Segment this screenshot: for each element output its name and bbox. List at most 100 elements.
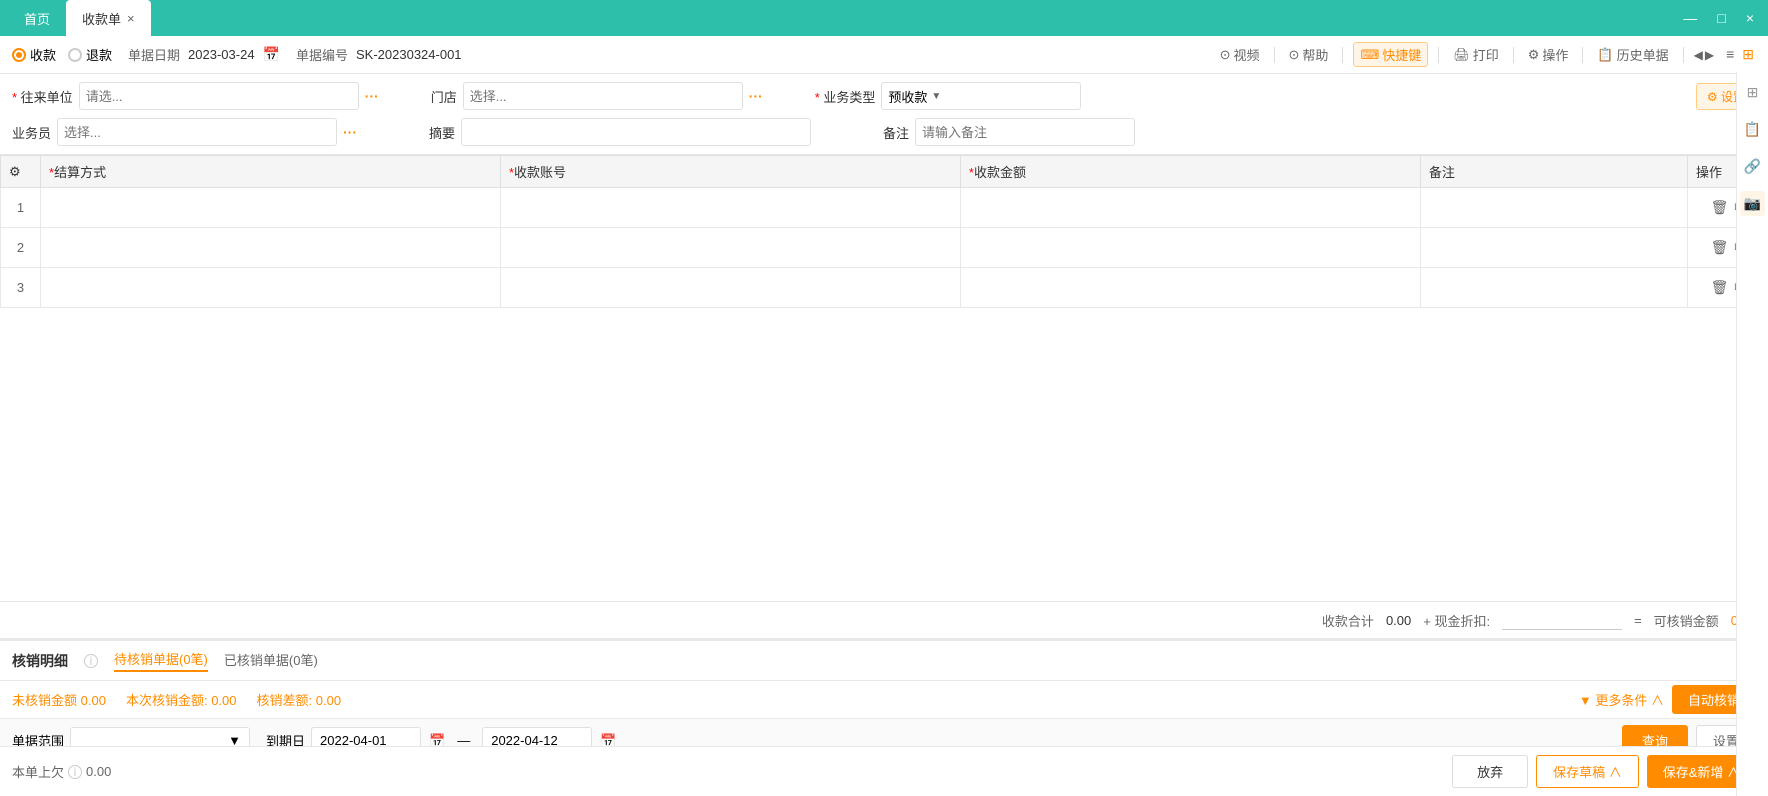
row-3-settlement[interactable] <box>41 268 501 308</box>
remark-label: 备注 <box>883 123 909 142</box>
row-3-amount[interactable] <box>960 268 1420 308</box>
doc-number-value: SK-20230324-001 <box>356 47 462 62</box>
write-off-info-icon[interactable]: i <box>84 654 98 668</box>
col-gear-header[interactable]: ⚙ <box>1 156 41 188</box>
history-btn[interactable]: 📋 历史单据 <box>1593 43 1672 66</box>
done-tab[interactable]: 已核销单据(0笔) <box>224 650 318 671</box>
partner-label: 往来单位 <box>12 87 73 106</box>
help-btn[interactable]: ⊙ 帮助 <box>1285 43 1333 66</box>
row-1-remark[interactable] <box>1420 188 1687 228</box>
row-3-delete-icon[interactable]: 🗑 <box>1711 279 1729 296</box>
calendar-icon[interactable]: 📅 <box>263 46 280 63</box>
store-input[interactable] <box>463 82 743 110</box>
business-type-select[interactable]: 预收款 ▼ <box>881 82 1081 110</box>
row-2-delete-icon[interactable]: 🗑 <box>1711 239 1729 256</box>
business-type-field: 业务类型 预收款 ▼ <box>815 82 1082 110</box>
business-type-label: 业务类型 <box>815 87 876 106</box>
receipt-table: ⚙ *结算方式 *收款账号 *收款金额 备注 操作 1 <box>0 155 1768 308</box>
sidebar-doc-icon[interactable]: 📋 <box>1740 117 1765 142</box>
radio-shoukuan[interactable]: 收款 <box>12 45 56 64</box>
footer-info-icon[interactable]: i <box>68 765 82 779</box>
tab-receipt[interactable]: 收款单 × <box>66 0 151 36</box>
radio-tuikuan-label: 退款 <box>86 45 112 64</box>
row-1-delete-icon[interactable]: 🗑 <box>1711 199 1729 216</box>
table-row: 3 🗑 ⧉ <box>1 268 1768 308</box>
footer-label: 本单上欠 <box>12 762 64 781</box>
available-label: 可核销金额 <box>1654 611 1719 630</box>
store-field: 门店 ··· <box>431 82 763 110</box>
row-2-settlement[interactable] <box>41 228 501 268</box>
stats-row: 未核销金额 0.00 本次核销金额: 0.00 核销差额: 0.00 <box>12 690 1579 709</box>
row-2-remark[interactable] <box>1420 228 1687 268</box>
chevron-down-icon: ▼ <box>931 91 941 102</box>
doc-number-group: 单据编号 SK-20230324-001 <box>296 45 462 64</box>
row-3-remark[interactable] <box>1420 268 1687 308</box>
summary-row: 收款合计 0.00 + 现金折扣: = 可核销金额 0.00 <box>0 602 1768 639</box>
list-view-icon[interactable]: ≡ <box>1724 44 1736 65</box>
shortcut-btn[interactable]: ⌨ 快捷键 <box>1353 42 1428 67</box>
divider-6 <box>1683 47 1684 63</box>
video-btn[interactable]: ⊙ 视频 <box>1216 43 1264 66</box>
total-label: 收款合计 <box>1322 611 1374 630</box>
staff-more-btn[interactable]: ··· <box>343 124 357 140</box>
row-1-account[interactable] <box>500 188 960 228</box>
partner-input[interactable] <box>79 82 359 110</box>
diff-stat: 核销差额: 0.00 <box>257 690 342 709</box>
summary-input[interactable] <box>461 118 811 146</box>
sidebar-camera-icon[interactable]: 📷 <box>1740 191 1765 216</box>
row-1-settlement[interactable] <box>41 188 501 228</box>
footer-value: 0.00 <box>86 764 111 779</box>
row-1-amount[interactable] <box>960 188 1420 228</box>
remark-input[interactable] <box>915 118 1135 146</box>
total-value: 0.00 <box>1386 613 1411 628</box>
grid-view-icon[interactable]: ⊞ <box>1740 44 1756 65</box>
row-2-account[interactable] <box>500 228 960 268</box>
toolbar: 收款 退款 单据日期 2023-03-24 📅 单据编号 SK-20230324… <box>0 36 1768 74</box>
doc-date-label: 单据日期 <box>128 45 180 64</box>
table-row: 2 🗑 ⧉ <box>1 228 1768 268</box>
maximize-btn[interactable]: □ <box>1711 8 1731 28</box>
operation-btn[interactable]: ⚙ 操作 <box>1524 43 1573 66</box>
minimize-btn[interactable]: — <box>1677 8 1703 28</box>
row-3-account[interactable] <box>500 268 960 308</box>
window-controls: — □ × <box>1677 8 1760 28</box>
doc-date-group: 单据日期 2023-03-24 📅 <box>128 45 280 64</box>
footer-btns: 放弃 保存草稿 ∧ 保存&新增 ∧ <box>1452 755 1756 788</box>
print-btn[interactable]: 🖨 打印 <box>1449 43 1503 66</box>
store-more-btn[interactable]: ··· <box>749 88 763 104</box>
radio-shoukuan-label: 收款 <box>30 45 56 64</box>
partner-more-btn[interactable]: ··· <box>365 88 379 104</box>
discard-btn[interactable]: 放弃 <box>1452 755 1528 788</box>
tab-home-label: 首页 <box>24 9 50 28</box>
store-label: 门店 <box>431 87 457 106</box>
close-btn[interactable]: × <box>1740 8 1760 28</box>
video-icon: ⊙ <box>1220 47 1231 63</box>
radio-tuikuan[interactable]: 退款 <box>68 45 112 64</box>
row-2-amount[interactable] <box>960 228 1420 268</box>
more-conditions-btn[interactable]: ▼ 更多条件 ∧ <box>1579 690 1664 709</box>
footer: 本单上欠 i 0.00 放弃 保存草稿 ∧ 保存&新增 ∧ <box>0 746 1768 796</box>
main-content: 收款 退款 单据日期 2023-03-24 📅 单据编号 SK-20230324… <box>0 36 1768 796</box>
sidebar-table-icon[interactable]: ⊞ <box>1743 80 1763 105</box>
sidebar-link-icon[interactable]: 🔗 <box>1740 154 1765 179</box>
discount-input[interactable] <box>1502 610 1622 630</box>
nav-arrows: ◀ ▶ <box>1694 48 1714 62</box>
divider-2 <box>1342 47 1343 63</box>
footer-info: 本单上欠 i 0.00 <box>12 762 111 781</box>
radio-dot-shoukuan <box>12 48 26 62</box>
print-icon: 🖨 <box>1453 47 1470 63</box>
col-account-header: *收款账号 <box>500 156 960 188</box>
next-arrow[interactable]: ▶ <box>1705 48 1714 62</box>
form-row-2: 业务员 ··· 摘要 备注 <box>12 118 1756 146</box>
col-amount-header: *收款金额 <box>960 156 1420 188</box>
table-row: 1 🗑 ⧉ <box>1 188 1768 228</box>
pending-tab[interactable]: 待核销单据(0笔) <box>114 649 208 672</box>
divider-3 <box>1438 47 1439 63</box>
save-draft-btn[interactable]: 保存草稿 ∧ <box>1536 755 1639 788</box>
discount-label: + 现金折扣: <box>1423 611 1490 630</box>
prev-arrow[interactable]: ◀ <box>1694 48 1703 62</box>
row-2-num: 2 <box>1 228 41 268</box>
tab-close-icon[interactable]: × <box>127 11 135 26</box>
tab-home[interactable]: 首页 <box>8 0 66 36</box>
staff-input[interactable] <box>57 118 337 146</box>
